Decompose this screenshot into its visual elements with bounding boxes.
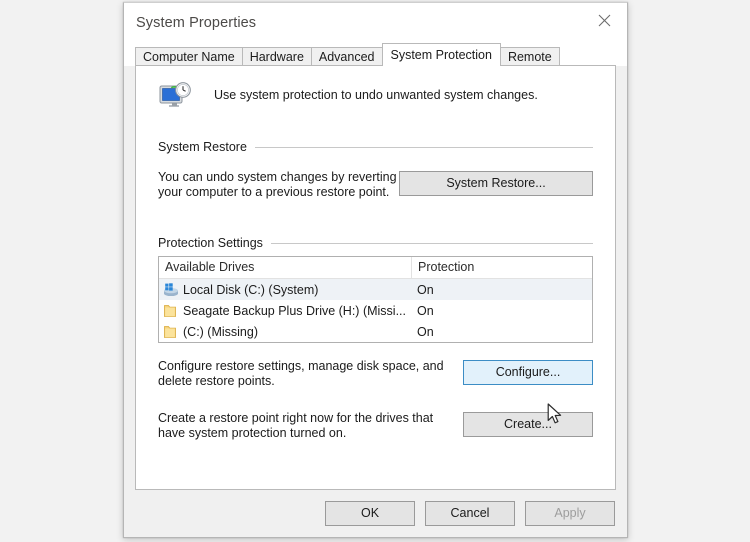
tab-computer-name[interactable]: Computer Name xyxy=(135,47,243,66)
tab-remote[interactable]: Remote xyxy=(499,47,560,66)
create-description-line2: have system protection turned on. xyxy=(158,426,347,440)
group-rule xyxy=(254,146,593,148)
configure-description-line2: delete restore points. xyxy=(158,374,275,388)
system-restore-icon xyxy=(159,82,191,107)
drive-label: Local Disk (C:) (System) xyxy=(183,282,319,297)
tab-strip: Computer Name Hardware Advanced System P… xyxy=(124,43,627,66)
column-header-protection[interactable]: Protection xyxy=(411,257,592,278)
group-label-protection-settings: Protection Settings xyxy=(158,236,263,250)
system-restore-button[interactable]: System Restore... xyxy=(399,171,593,196)
protection-cell: On xyxy=(417,324,434,339)
table-row[interactable]: (C:) (Missing) On xyxy=(159,321,592,342)
ok-button[interactable]: OK xyxy=(325,501,415,526)
available-drives-list[interactable]: Available Drives Protection Local Disk (… xyxy=(158,256,593,343)
folder-icon xyxy=(163,325,181,339)
drive-label: Seagate Backup Plus Drive (H:) (Missi... xyxy=(183,303,406,318)
system-protection-panel: Use system protection to undo unwanted s… xyxy=(135,65,616,490)
tab-advanced[interactable]: Advanced xyxy=(310,47,383,66)
tab-system-protection[interactable]: System Protection xyxy=(381,43,501,66)
configure-description: Configure restore settings, manage disk … xyxy=(158,359,463,389)
protection-cell: On xyxy=(417,303,434,318)
window-title: System Properties xyxy=(136,15,257,31)
drive-label: (C:) (Missing) xyxy=(183,324,258,339)
tab-hardware[interactable]: Hardware xyxy=(241,47,312,66)
folder-icon xyxy=(163,304,181,318)
configure-row: Configure restore settings, manage disk … xyxy=(158,359,593,389)
system-restore-row: You can undo system changes by reverting… xyxy=(158,170,593,200)
close-icon[interactable] xyxy=(581,3,627,37)
hard-disk-icon xyxy=(163,282,181,297)
system-properties-window: System Properties Computer Name Hardware… xyxy=(123,2,628,538)
cancel-button[interactable]: Cancel xyxy=(425,501,515,526)
column-header-available-drives[interactable]: Available Drives xyxy=(159,257,411,278)
title-bar: System Properties xyxy=(124,3,627,43)
configure-button[interactable]: Configure... xyxy=(463,360,593,385)
system-restore-description-line2: your computer to a previous restore poin… xyxy=(158,185,390,199)
intro-text: Use system protection to undo unwanted s… xyxy=(214,88,538,102)
create-description-line1: Create a restore point right now for the… xyxy=(158,411,434,425)
group-rule xyxy=(270,242,593,244)
system-restore-description-line1: You can undo system changes by reverting xyxy=(158,170,397,184)
drive-cell: Seagate Backup Plus Drive (H:) (Missi... xyxy=(159,304,411,318)
protection-cell: On xyxy=(417,282,434,297)
group-header-protection-settings: Protection Settings xyxy=(158,236,593,250)
close-glyph xyxy=(598,14,610,26)
drive-cell: Local Disk (C:) (System) xyxy=(159,283,411,297)
intro-row: Use system protection to undo unwanted s… xyxy=(136,66,615,112)
system-restore-description: You can undo system changes by reverting… xyxy=(158,170,399,200)
create-description: Create a restore point right now for the… xyxy=(158,411,463,441)
table-row[interactable]: Local Disk (C:) (System) On xyxy=(159,279,592,300)
group-header-system-restore: System Restore xyxy=(158,140,593,154)
table-row[interactable]: Seagate Backup Plus Drive (H:) (Missi...… xyxy=(159,300,592,321)
configure-description-line1: Configure restore settings, manage disk … xyxy=(158,359,444,373)
list-header: Available Drives Protection xyxy=(159,257,592,279)
group-label-system-restore: System Restore xyxy=(158,140,247,154)
create-row: Create a restore point right now for the… xyxy=(158,411,593,441)
drive-cell: (C:) (Missing) xyxy=(159,325,411,339)
dialog-footer: OK Cancel Apply xyxy=(124,490,627,537)
create-button[interactable]: Create... xyxy=(463,412,593,437)
apply-button: Apply xyxy=(525,501,615,526)
